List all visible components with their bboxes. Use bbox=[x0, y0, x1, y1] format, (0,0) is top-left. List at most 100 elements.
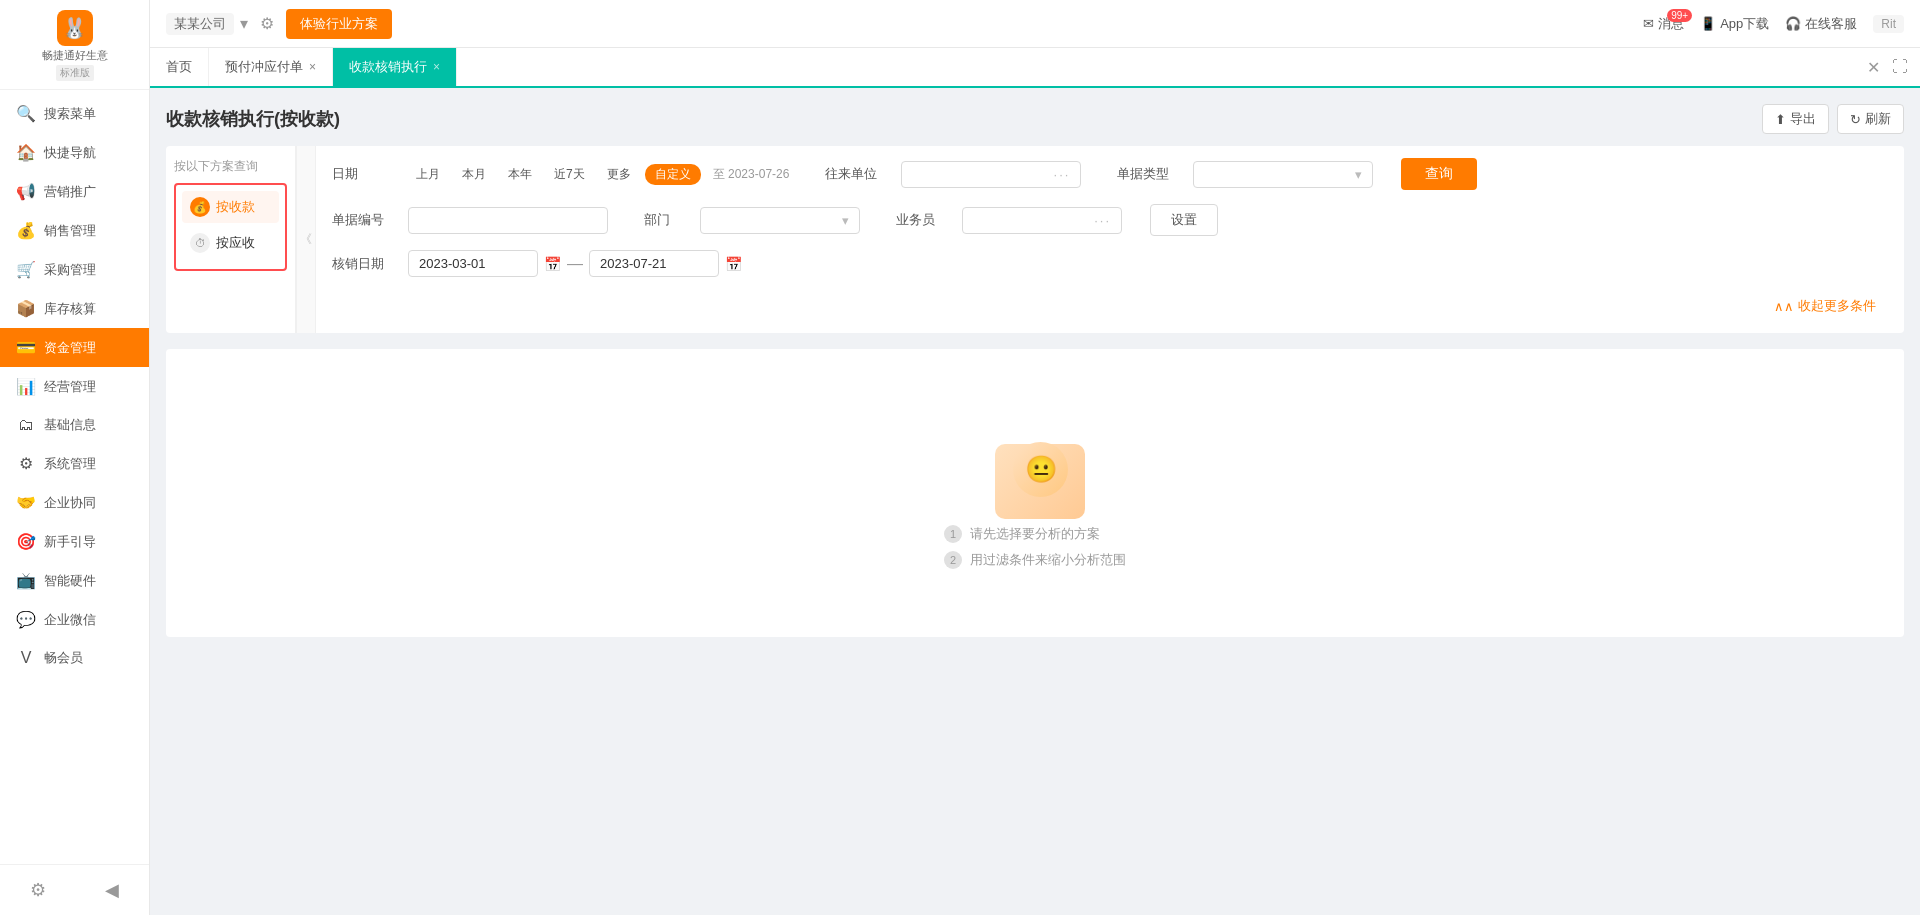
topbar-dropdown-icon[interactable]: ▾ bbox=[240, 14, 248, 33]
filter-scheme-sidebar: 按以下方案查询 💰 按收款 ⏱ 按应收 bbox=[166, 146, 296, 333]
collapse-more-btn[interactable]: ∧∧ 收起更多条件 bbox=[1762, 291, 1888, 321]
empty-hint-2: 2 用过滤条件来缩小分析范围 bbox=[944, 551, 1126, 569]
app-badge: 标准版 bbox=[56, 65, 94, 81]
expand-tab-btn[interactable]: ⛶ bbox=[1888, 54, 1912, 80]
sidebar-item-label: 搜索菜单 bbox=[44, 105, 96, 123]
sidebar-item-label: 采购管理 bbox=[44, 261, 96, 279]
collapse-up-icon: ∧∧ bbox=[1774, 299, 1794, 314]
vip-icon: V bbox=[16, 649, 36, 667]
user-display: Rit bbox=[1873, 15, 1904, 33]
staff-dots-icon: ··· bbox=[1094, 213, 1111, 228]
sidebar-item-hardware[interactable]: 📺 智能硬件 bbox=[0, 561, 149, 600]
filter-by-receivable[interactable]: ⏱ 按应收 bbox=[182, 227, 279, 259]
verify-date-end-input[interactable] bbox=[589, 250, 719, 277]
close-tab-btn[interactable]: ✕ bbox=[1863, 54, 1884, 81]
hint-text-2: 用过滤条件来缩小分析范围 bbox=[970, 551, 1126, 569]
sidebar-item-purchase[interactable]: 🛒 采购管理 bbox=[0, 250, 149, 289]
filter-body: 日期 上月 本月 本年 近7天 更多 自定义 至 2023-07-26 往来单位 bbox=[316, 146, 1904, 333]
collapse-chevron-icon: 《 bbox=[300, 231, 312, 248]
refresh-btn[interactable]: ↻ 刷新 bbox=[1837, 104, 1904, 134]
marketing-icon: 📢 bbox=[16, 182, 36, 201]
sidebar-item-marketing[interactable]: 📢 营销推广 bbox=[0, 172, 149, 211]
collab-icon: 🤝 bbox=[16, 493, 36, 512]
filter-collapse-toggle[interactable]: 《 bbox=[296, 146, 316, 333]
counterpart-select[interactable]: ··· bbox=[901, 161, 1081, 188]
sales-icon: 💰 bbox=[16, 221, 36, 240]
date-btn-custom[interactable]: 自定义 bbox=[645, 164, 701, 185]
sidebar-item-operations[interactable]: 📊 经营管理 bbox=[0, 367, 149, 406]
page-actions: ⬆ 导出 ↻ 刷新 bbox=[1762, 104, 1904, 134]
receivable-icon: ⏱ bbox=[190, 233, 210, 253]
empty-illustration: 😐 bbox=[985, 409, 1085, 509]
tab-prepay-label: 预付冲应付单 bbox=[225, 58, 303, 76]
hint-num-1: 1 bbox=[944, 525, 962, 543]
tab-collection-close-icon[interactable]: × bbox=[433, 60, 440, 74]
sidebar-item-label: 新手引导 bbox=[44, 533, 96, 551]
sidebar-item-label: 企业协同 bbox=[44, 494, 96, 512]
sidebar-item-wechat[interactable]: 💬 企业微信 bbox=[0, 600, 149, 639]
filter-row-date: 日期 上月 本月 本年 近7天 更多 自定义 至 2023-07-26 往来单位 bbox=[332, 158, 1888, 190]
tab-prepay-close-icon[interactable]: × bbox=[309, 60, 316, 74]
doc-no-input[interactable] bbox=[408, 207, 608, 234]
sidebar-item-label: 快捷导航 bbox=[44, 144, 96, 162]
wechat-icon: 💬 bbox=[16, 610, 36, 629]
date-btn-last-month[interactable]: 上月 bbox=[408, 163, 448, 186]
filter-by-receipt[interactable]: 💰 按收款 bbox=[182, 191, 279, 223]
query-btn[interactable]: 查询 bbox=[1401, 158, 1477, 190]
sidebar-item-label: 畅会员 bbox=[44, 649, 83, 667]
verify-date-wrap: 📅 — 📅 bbox=[408, 250, 742, 277]
settings-footer-btn[interactable]: ⚙ bbox=[24, 873, 52, 907]
sidebar-item-collab[interactable]: 🤝 企业协同 bbox=[0, 483, 149, 522]
date-btn-this-month[interactable]: 本月 bbox=[454, 163, 494, 186]
verify-date-end-cal-icon[interactable]: 📅 bbox=[725, 256, 742, 272]
doc-type-arrow-icon: ▾ bbox=[1355, 167, 1362, 182]
app-download-btn[interactable]: 📱 App下载 bbox=[1700, 15, 1769, 33]
settings-btn[interactable]: 设置 bbox=[1150, 204, 1218, 236]
sidebar-item-finance[interactable]: 💳 资金管理 bbox=[0, 328, 149, 367]
sidebar-item-system[interactable]: ⚙ 系统管理 bbox=[0, 444, 149, 483]
dept-select[interactable]: ▾ bbox=[700, 207, 860, 234]
tab-collection[interactable]: 收款核销执行 × bbox=[333, 48, 457, 86]
sidebar-item-guide[interactable]: 🎯 新手引导 bbox=[0, 522, 149, 561]
date-separator: — bbox=[567, 255, 583, 273]
sidebar-item-vip[interactable]: V 畅会员 bbox=[0, 639, 149, 677]
counterpart-dots-icon: ··· bbox=[1054, 167, 1071, 182]
industry-btn[interactable]: 体验行业方案 bbox=[286, 9, 392, 39]
verify-date-start-input[interactable] bbox=[408, 250, 538, 277]
content-area: 收款核销执行(按收款) ⬆ 导出 ↻ 刷新 按以下方案查询 bbox=[150, 88, 1920, 915]
dept-arrow-icon: ▾ bbox=[842, 213, 849, 228]
filter-scheme-box: 💰 按收款 ⏱ 按应收 bbox=[174, 183, 287, 271]
staff-select[interactable]: ··· bbox=[962, 207, 1122, 234]
hardware-icon: 📺 bbox=[16, 571, 36, 590]
date-options-group: 上月 本月 本年 近7天 更多 自定义 至 2023-07-26 bbox=[408, 163, 789, 186]
sidebar-item-search[interactable]: 🔍 搜索菜单 bbox=[0, 94, 149, 133]
doc-type-select[interactable]: ▾ bbox=[1193, 161, 1373, 188]
verify-date-start-cal-icon[interactable]: 📅 bbox=[544, 256, 561, 272]
sidebar-menu: 🔍 搜索菜单 🏠 快捷导航 📢 营销推广 💰 销售管理 🛒 采购管理 📦 库存核… bbox=[0, 90, 149, 864]
receipt-icon: 💰 bbox=[190, 197, 210, 217]
date-btn-more[interactable]: 更多 bbox=[599, 163, 639, 186]
sidebar-item-label: 营销推广 bbox=[44, 183, 96, 201]
date-btn-this-year[interactable]: 本年 bbox=[500, 163, 540, 186]
hint-num-2: 2 bbox=[944, 551, 962, 569]
collapse-sidebar-btn[interactable]: ◀ bbox=[99, 873, 125, 907]
verify-date-label: 核销日期 bbox=[332, 255, 392, 273]
tab-prepay[interactable]: 预付冲应付单 × bbox=[209, 48, 333, 86]
date-btn-7days[interactable]: 近7天 bbox=[546, 163, 593, 186]
sidebar-item-inventory[interactable]: 📦 库存核算 bbox=[0, 289, 149, 328]
app-label: App下载 bbox=[1720, 15, 1769, 33]
home-icon: 🏠 bbox=[16, 143, 36, 162]
export-icon: ⬆ bbox=[1775, 112, 1786, 127]
sidebar-item-label: 企业微信 bbox=[44, 611, 96, 629]
message-btn[interactable]: ✉ 消息 99+ bbox=[1643, 15, 1684, 33]
sidebar-item-nav[interactable]: 🏠 快捷导航 bbox=[0, 133, 149, 172]
tab-home-label: 首页 bbox=[166, 58, 192, 76]
export-btn[interactable]: ⬆ 导出 bbox=[1762, 104, 1829, 134]
app-name: 畅捷通好生意 bbox=[42, 48, 108, 63]
message-badge: 99+ bbox=[1667, 9, 1692, 22]
sidebar-item-basic-info[interactable]: 🗂 基础信息 bbox=[0, 406, 149, 444]
sidebar-item-sales[interactable]: 💰 销售管理 bbox=[0, 211, 149, 250]
topbar-gear-icon[interactable]: ⚙ bbox=[260, 14, 274, 33]
tab-home[interactable]: 首页 bbox=[150, 48, 209, 86]
online-service-btn[interactable]: 🎧 在线客服 bbox=[1785, 15, 1857, 33]
